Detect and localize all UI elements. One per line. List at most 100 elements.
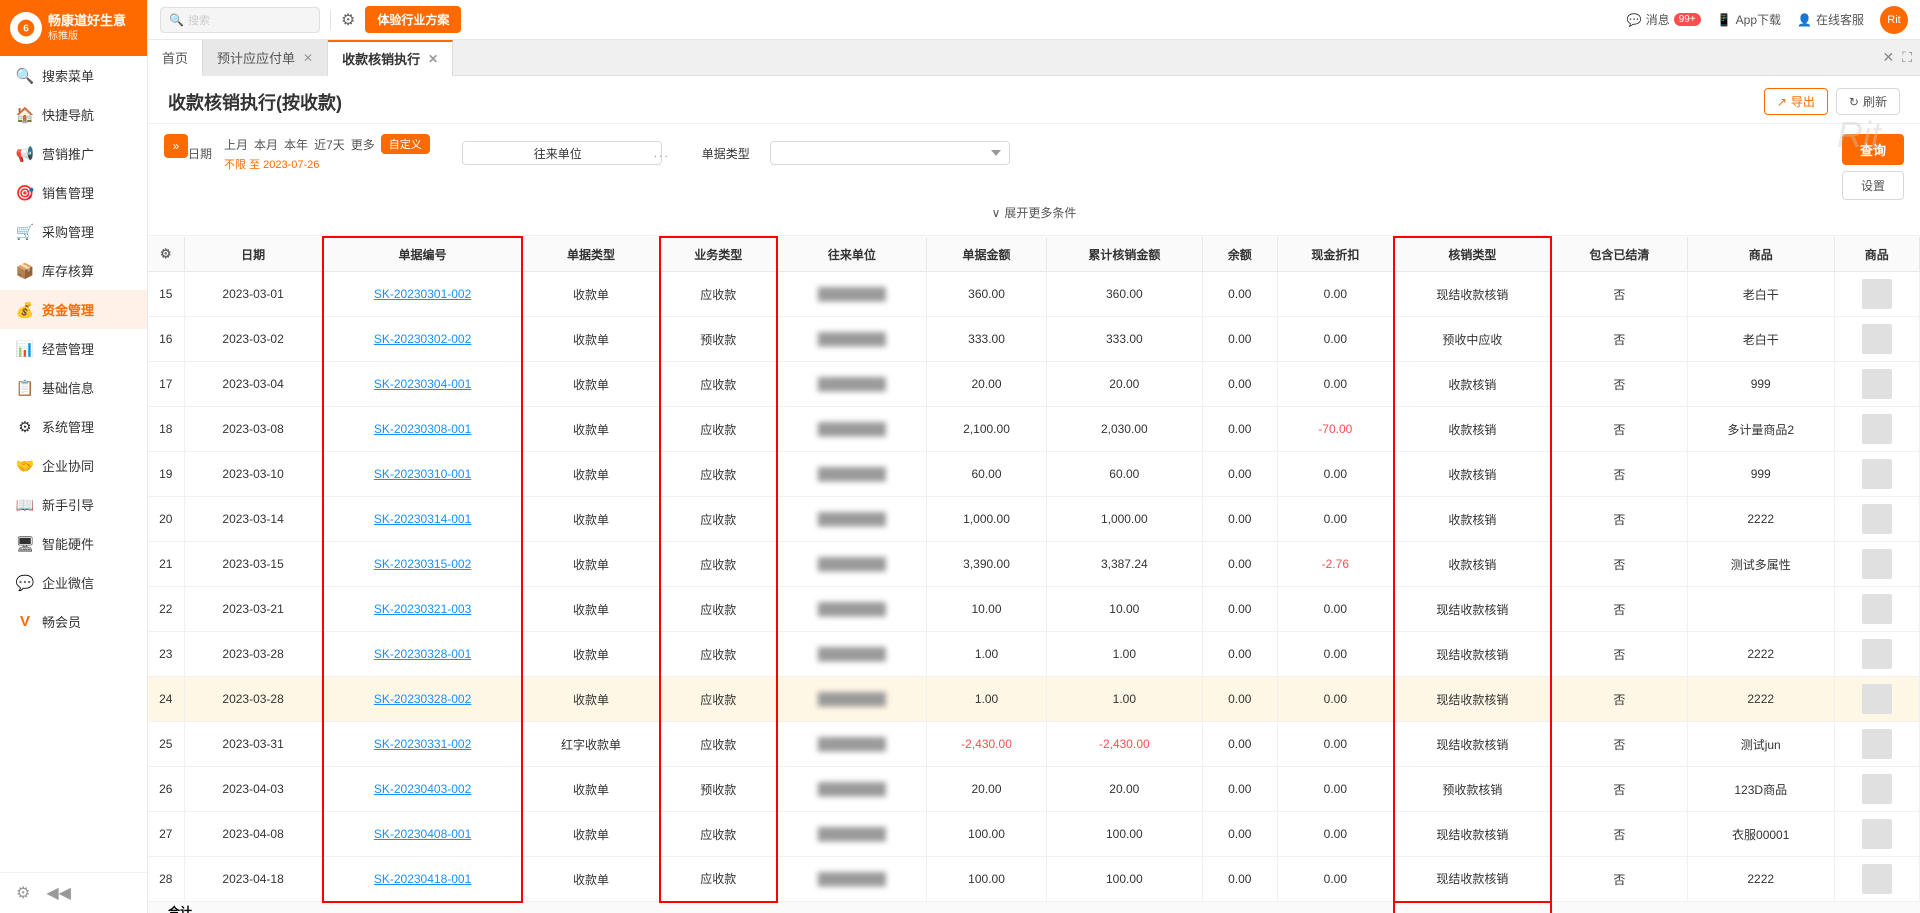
bill-type-select[interactable] <box>770 141 1010 165</box>
tab-collection-close-icon[interactable]: ✕ <box>428 52 438 66</box>
date-custom-button[interactable]: 自定义 <box>381 134 430 154</box>
date-this-year[interactable]: 本年 <box>284 136 308 153</box>
cell-bill-no[interactable]: SK-20230418-001 <box>323 857 523 902</box>
topbar-right: 💬 消息 99+ 📱 App下载 👤 在线客服 Rit <box>1627 6 1908 34</box>
cell-bill-no[interactable]: SK-20230328-001 <box>323 632 523 677</box>
column-settings-icon[interactable]: ⚙ <box>160 246 172 261</box>
footer-acc-amount <box>1047 902 1203 913</box>
cell-bill-no[interactable]: SK-20230315-002 <box>323 542 523 587</box>
cell-bill-type: 收款单 <box>522 812 659 857</box>
cell-bill-no[interactable]: SK-20230308-001 <box>323 407 523 452</box>
cell-included: 否 <box>1551 542 1687 587</box>
maximize-icon[interactable]: ⛶ <box>1902 49 1912 66</box>
cell-goods1: 2222 <box>1687 857 1834 902</box>
bill-no-link[interactable]: SK-20230308-001 <box>374 422 471 436</box>
query-button[interactable]: 查询 <box>1842 134 1904 165</box>
sidebar-item-finance[interactable]: 💰 资金管理 <box>0 290 147 329</box>
close-window-icon[interactable]: ✕ <box>1882 49 1894 66</box>
sidebar-item-basic[interactable]: 📋 基础信息 <box>0 368 147 407</box>
cell-biz-type: 应收款 <box>660 587 777 632</box>
app-download-item[interactable]: 📱 App下载 <box>1717 11 1781 28</box>
bill-no-link[interactable]: SK-20230314-001 <box>374 512 471 526</box>
cell-goods1: 老白干 <box>1687 317 1834 362</box>
export-button[interactable]: ↗ 导出 <box>1764 88 1828 115</box>
cell-included: 否 <box>1551 272 1687 317</box>
online-service-item[interactable]: 👤 在线客服 <box>1797 11 1864 28</box>
cell-bill-no[interactable]: SK-20230301-002 <box>323 272 523 317</box>
sidebar-item-wechat[interactable]: 💬 企业微信 <box>0 563 147 602</box>
bill-no-link[interactable]: SK-20230408-001 <box>374 827 471 841</box>
bill-no-link[interactable]: SK-20230331-002 <box>374 737 471 751</box>
cell-bill-no[interactable]: SK-20230321-003 <box>323 587 523 632</box>
cell-partner: ████████ <box>777 857 927 902</box>
date-more[interactable]: 更多 <box>351 136 375 153</box>
table-row: 28 2023-04-18 SK-20230418-001 收款单 应收款 ██… <box>148 857 1920 902</box>
cell-goods2 <box>1834 497 1919 542</box>
bill-no-link[interactable]: SK-20230418-001 <box>374 872 471 886</box>
tab-home[interactable]: 首页 <box>148 40 203 76</box>
topbar-gear-icon[interactable]: ⚙ <box>341 10 355 30</box>
bill-no-link[interactable]: SK-20230328-001 <box>374 647 471 661</box>
cell-bill-no[interactable]: SK-20230403-002 <box>323 767 523 812</box>
cell-partner: ████████ <box>777 677 927 722</box>
cell-bill-no[interactable]: SK-20230331-002 <box>323 722 523 767</box>
cell-bill-no[interactable]: SK-20230304-001 <box>323 362 523 407</box>
sidebar-item-member[interactable]: V 畅会员 <box>0 602 147 641</box>
cell-biz-type: 应收款 <box>660 452 777 497</box>
date-7days[interactable]: 近7天 <box>314 136 345 153</box>
refresh-icon: ↻ <box>1849 95 1859 109</box>
sidebar-item-guide[interactable]: 📖 新手引导 <box>0 485 147 524</box>
bill-no-link[interactable]: SK-20230301-002 <box>374 287 471 301</box>
sidebar-item-marketing[interactable]: 📢 营销推广 <box>0 134 147 173</box>
sidebar-item-operations[interactable]: 📊 经营管理 <box>0 329 147 368</box>
search-icon: 🔍 <box>16 67 34 85</box>
cell-bill-no[interactable]: SK-20230302-002 <box>323 317 523 362</box>
message-item[interactable]: 💬 消息 99+ <box>1627 11 1701 28</box>
tab-receivable[interactable]: 预计应应付单 ✕ <box>203 40 328 76</box>
filter-settings-button[interactable]: 设置 <box>1842 171 1904 200</box>
bill-no-link[interactable]: SK-20230310-001 <box>374 467 471 481</box>
tab-home-label: 首页 <box>162 48 188 67</box>
sidebar-item-purchase[interactable]: 🛒 采购管理 <box>0 212 147 251</box>
bill-no-link[interactable]: SK-20230403-002 <box>374 782 471 796</box>
cell-cancel-type: 预收款核销 <box>1394 767 1551 812</box>
sidebar-item-hardware[interactable]: 🖥 智能硬件 <box>0 524 147 563</box>
th-included: 包含已结清 <box>1551 237 1687 272</box>
date-this-month[interactable]: 本月 <box>254 136 278 153</box>
sidebar-item-collab[interactable]: 🤝 企业协同 <box>0 446 147 485</box>
sidebar-item-sales[interactable]: 🎯 销售管理 <box>0 173 147 212</box>
tab-collection[interactable]: 收款核销执行 ✕ <box>328 40 453 76</box>
settings-icon[interactable]: ⚙ <box>16 883 30 903</box>
th-cancel-type: 核销类型 <box>1394 237 1551 272</box>
bill-no-link[interactable]: SK-20230321-003 <box>374 602 471 616</box>
tab-receivable-close-icon[interactable]: ✕ <box>303 51 313 65</box>
cell-discount: 0.00 <box>1277 452 1393 497</box>
cell-date: 2023-04-08 <box>184 812 323 857</box>
bill-no-link[interactable]: SK-20230302-002 <box>374 332 471 346</box>
topbar-search-box[interactable]: 🔍 搜索 <box>160 7 320 33</box>
cell-bill-no[interactable]: SK-20230408-001 <box>323 812 523 857</box>
cell-bill-no[interactable]: SK-20230310-001 <box>323 452 523 497</box>
cell-discount: -70.00 <box>1277 407 1393 452</box>
bill-no-link[interactable]: SK-20230328-002 <box>374 692 471 706</box>
solution-button[interactable]: 体验行业方案 <box>365 6 461 33</box>
expand-more-button[interactable]: ∨ 展开更多条件 <box>164 200 1904 225</box>
refresh-button[interactable]: ↻ 刷新 <box>1836 88 1900 115</box>
bill-no-link[interactable]: SK-20230304-001 <box>374 377 471 391</box>
cell-bill-no[interactable]: SK-20230314-001 <box>323 497 523 542</box>
sidebar-item-shortcut[interactable]: 🏠 快捷导航 <box>0 95 147 134</box>
collapse-icon[interactable]: ◀◀ <box>46 883 71 903</box>
sidebar-item-search[interactable]: 🔍 搜索菜单 <box>0 56 147 95</box>
filter-toggle-button[interactable]: » <box>164 134 188 158</box>
th-gear[interactable]: ⚙ <box>148 237 184 272</box>
sidebar-item-inventory[interactable]: 📦 库存核算 <box>0 251 147 290</box>
cell-acc-amount: 10.00 <box>1047 587 1203 632</box>
sidebar-item-label: 库存核算 <box>42 261 94 280</box>
bill-no-link[interactable]: SK-20230315-002 <box>374 557 471 571</box>
user-avatar[interactable]: Rit <box>1880 6 1908 34</box>
sidebar-item-system[interactable]: ⚙ 系统管理 <box>0 407 147 446</box>
footer-amount <box>927 902 1047 913</box>
cell-cancel-type: 现结收款核销 <box>1394 722 1551 767</box>
cell-bill-no[interactable]: SK-20230328-002 <box>323 677 523 722</box>
date-last-month[interactable]: 上月 <box>224 136 248 153</box>
